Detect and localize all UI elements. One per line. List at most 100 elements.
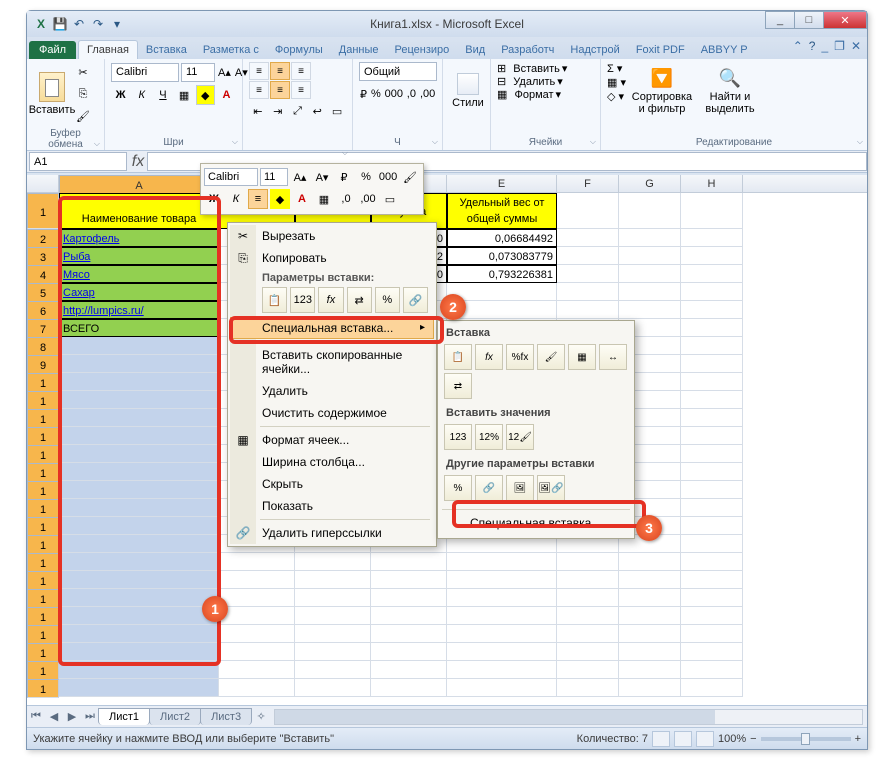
cell-F20[interactable] (557, 553, 619, 571)
styles-button[interactable]: Стили (449, 62, 487, 120)
cell-A19[interactable] (59, 535, 219, 553)
cell-H26[interactable] (681, 661, 743, 679)
cell-H11[interactable] (681, 391, 743, 409)
cell-H4[interactable] (681, 265, 743, 283)
cell-A10[interactable] (59, 373, 219, 391)
cell-H15[interactable] (681, 463, 743, 481)
cell-C26[interactable] (295, 661, 371, 679)
delete-cells-label[interactable]: Удалить (513, 76, 555, 88)
cell-F23[interactable] (557, 607, 619, 625)
sub-paste-formulas-number-icon[interactable]: %fx (506, 344, 534, 370)
cell-D23[interactable] (371, 607, 447, 625)
sheet-nav-next[interactable]: ▶ (63, 708, 81, 726)
row-header[interactable]: 1 (27, 391, 59, 410)
cell-H17[interactable] (681, 499, 743, 517)
sort-filter-button[interactable]: 🔽 Сортировка и фильтр (628, 62, 696, 120)
row-header[interactable]: 1 (27, 373, 59, 392)
align-bottom-icon[interactable]: ≡ (291, 62, 311, 80)
cell-H14[interactable] (681, 445, 743, 463)
cell-G27[interactable] (619, 679, 681, 697)
undo-icon[interactable]: ↶ (71, 16, 87, 32)
ctx-format-cells[interactable]: ▦Формат ячеек... (230, 429, 434, 451)
cell-G22[interactable] (619, 589, 681, 607)
cell-E5[interactable] (447, 283, 557, 301)
new-sheet-icon[interactable]: ✧ (252, 708, 270, 726)
view-normal-icon[interactable] (652, 731, 670, 747)
qat-more-icon[interactable]: ▾ (109, 16, 125, 32)
cell-H7[interactable] (681, 319, 743, 337)
cell-F24[interactable] (557, 625, 619, 643)
cell-B26[interactable] (219, 661, 295, 679)
row-header[interactable]: 8 (27, 337, 59, 356)
mini-font-size[interactable] (260, 168, 288, 186)
sheet-nav-prev[interactable]: ◀ (45, 708, 63, 726)
cell-D25[interactable] (371, 643, 447, 661)
mini-shrink-font-icon[interactable]: A▾ (312, 167, 332, 187)
cell-F2[interactable] (557, 229, 619, 247)
outdent-icon[interactable]: ⇤ (249, 101, 267, 121)
clear-icon[interactable]: ◇ ▾ (607, 90, 626, 103)
redo-icon[interactable]: ↷ (90, 16, 106, 32)
row-header[interactable]: 1 (27, 553, 59, 572)
underline-icon[interactable]: Ч (153, 85, 172, 105)
copy-icon[interactable]: ⎘ (73, 84, 93, 104)
cell-A17[interactable] (59, 499, 219, 517)
cell-G6[interactable] (619, 301, 681, 319)
format-cells-icon[interactable]: ▦ (497, 88, 507, 101)
cut-icon[interactable]: ✂ (73, 62, 93, 82)
cell-H27[interactable] (681, 679, 743, 697)
sub-paste-all-icon[interactable]: 📋 (444, 344, 472, 370)
cell-E23[interactable] (447, 607, 557, 625)
cell-D26[interactable] (371, 661, 447, 679)
tab-view[interactable]: Вид (457, 41, 493, 59)
cell-H20[interactable] (681, 553, 743, 571)
cell-A24[interactable] (59, 625, 219, 643)
cell-E24[interactable] (447, 625, 557, 643)
cell-B20[interactable] (219, 553, 295, 571)
zoom-slider[interactable] (761, 737, 851, 741)
cell-H21[interactable] (681, 571, 743, 589)
number-format[interactable] (359, 62, 437, 81)
align-middle-icon[interactable]: ≡ (270, 62, 290, 80)
format-cells-label[interactable]: Формат (514, 89, 553, 101)
close-button[interactable]: ✕ (823, 11, 867, 29)
mini-grow-font-icon[interactable]: A▴ (290, 167, 310, 187)
cell-C22[interactable] (295, 589, 371, 607)
row-header[interactable]: 1 (27, 535, 59, 554)
ctx-remove-hyperlinks[interactable]: 🔗Удалить гиперссылки (230, 522, 434, 544)
font-color-icon[interactable]: A (217, 85, 236, 105)
sheet-tab-1[interactable]: Лист1 (98, 708, 150, 725)
find-select-button[interactable]: 🔍 Найти и выделить (698, 62, 762, 120)
cell-E3[interactable]: 0,073083779 (447, 247, 557, 265)
sub-paste-values-icon[interactable]: 123 (444, 424, 472, 450)
cell-A25[interactable] (59, 643, 219, 661)
cell-E27[interactable] (447, 679, 557, 697)
fx-icon[interactable]: fx (129, 153, 147, 171)
cell-A6[interactable]: http://lumpics.ru/ (59, 301, 219, 319)
cell-A27[interactable] (59, 679, 219, 697)
mini-merge-icon[interactable]: ▭ (380, 189, 400, 209)
minimize-button[interactable]: _ (765, 11, 795, 29)
sub-paste-picture-icon[interactable]: 🖼 (506, 475, 534, 501)
cell-B21[interactable] (219, 571, 295, 589)
row-header[interactable]: 6 (27, 301, 59, 320)
tab-developer[interactable]: Разработч (493, 41, 562, 59)
cell-B25[interactable] (219, 643, 295, 661)
insert-cells-icon[interactable]: ⊞ (497, 62, 506, 75)
cell-G23[interactable] (619, 607, 681, 625)
zoom-in-icon[interactable]: + (855, 733, 861, 745)
cell-B23[interactable] (219, 607, 295, 625)
align-top-icon[interactable]: ≡ (249, 62, 269, 80)
row-header[interactable]: 1 (27, 571, 59, 590)
cell-B27[interactable] (219, 679, 295, 697)
zoom-out-icon[interactable]: − (750, 733, 756, 745)
cell-B24[interactable] (219, 625, 295, 643)
name-box[interactable] (29, 152, 127, 171)
align-left-icon[interactable]: ≡ (249, 81, 269, 99)
cell-F5[interactable] (557, 283, 619, 301)
cell-E26[interactable] (447, 661, 557, 679)
cell-F25[interactable] (557, 643, 619, 661)
percent-icon[interactable]: % (370, 84, 382, 104)
sub-paste-no-borders-icon[interactable]: ▦ (568, 344, 596, 370)
paste-option-all-icon[interactable]: 📋 (262, 287, 287, 313)
